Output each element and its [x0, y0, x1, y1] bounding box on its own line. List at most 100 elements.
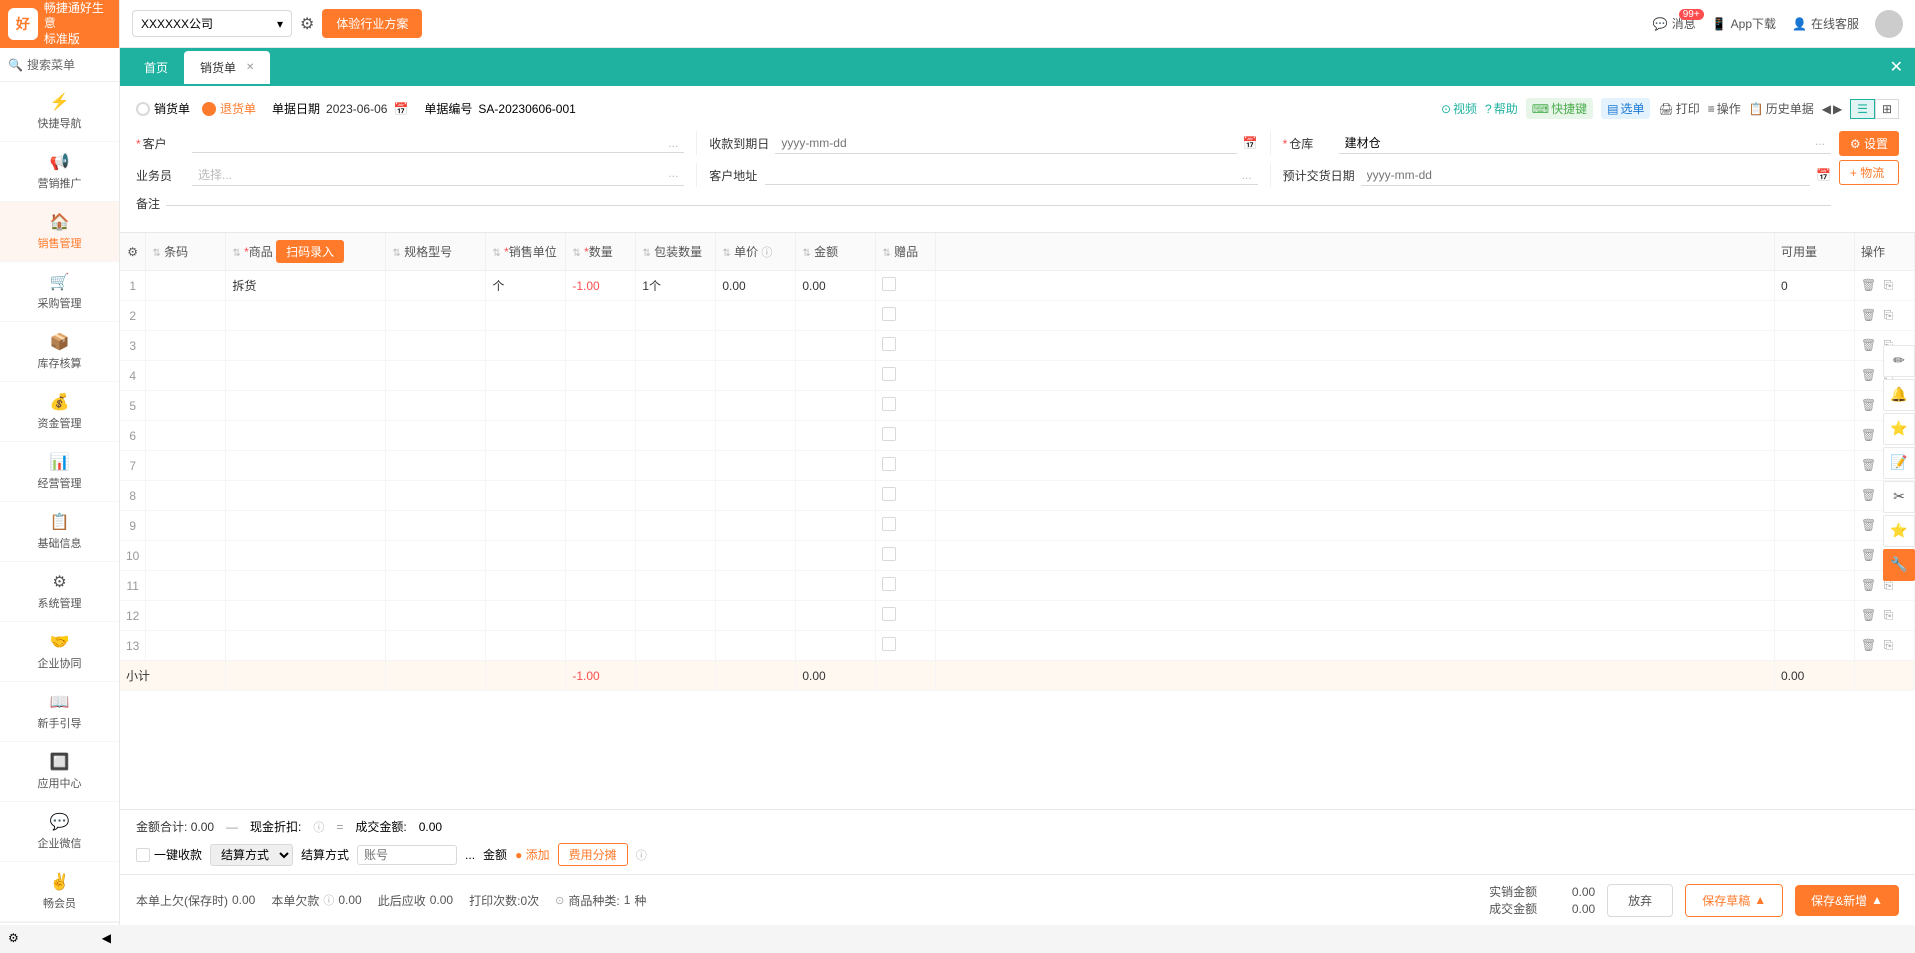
account-dots[interactable]: ... [465, 848, 475, 862]
gift-checkbox-13[interactable] [882, 637, 896, 651]
sidebar-item-marketing[interactable]: 📢营销推广 [0, 142, 119, 202]
search-menu[interactable]: 🔍 搜索菜单 [0, 48, 119, 82]
cell-product-7[interactable] [226, 451, 386, 481]
history-btn[interactable]: 📋 历史单据 [1749, 100, 1814, 117]
trial-btn[interactable]: 体验行业方案 [322, 9, 422, 38]
cell-spec-3[interactable] [386, 331, 486, 361]
next-icon[interactable]: ▶ [1833, 102, 1842, 116]
cell-qty-2[interactable] [566, 301, 636, 331]
cell-price-7[interactable] [716, 451, 796, 481]
cell-qty-4[interactable] [566, 361, 636, 391]
cell-spec-5[interactable] [386, 391, 486, 421]
cell-unit-5[interactable] [486, 391, 566, 421]
delete-icon-2[interactable]: 🗑 [1861, 308, 1876, 322]
gift-checkbox-8[interactable] [882, 487, 896, 501]
delete-icon-4[interactable]: 🗑 [1861, 368, 1876, 382]
cell-qty-13[interactable] [566, 631, 636, 661]
cell-price-9[interactable] [716, 511, 796, 541]
float-btn-3[interactable]: ⭐ [1883, 413, 1915, 445]
cell-spec-13[interactable] [386, 631, 486, 661]
payment-method-select[interactable]: 结算方式 [210, 844, 293, 866]
cell-spec-12[interactable] [386, 601, 486, 631]
customer-address-input[interactable]: ... [765, 166, 1257, 185]
cell-product-2[interactable] [226, 301, 386, 331]
cell-gift-8[interactable] [876, 481, 936, 511]
cell-barcode-2[interactable] [146, 301, 226, 331]
cell-price-11[interactable] [716, 571, 796, 601]
grid-view-btn[interactable]: ⊞ [1875, 99, 1899, 119]
cell-qty-8[interactable] [566, 481, 636, 511]
cell-pkgqty-12[interactable] [636, 601, 716, 631]
cell-price-5[interactable] [716, 391, 796, 421]
cell-amount-7[interactable] [796, 451, 876, 481]
cell-gift-6[interactable] [876, 421, 936, 451]
expense-btn[interactable]: 费用分摊 [558, 843, 628, 866]
copy-icon-12[interactable]: ⎘ [1884, 608, 1894, 622]
cell-gift-9[interactable] [876, 511, 936, 541]
radio-sale[interactable]: 销货单 [136, 100, 190, 117]
delete-icon-10[interactable]: 🗑 [1861, 548, 1876, 562]
cell-price-2[interactable] [716, 301, 796, 331]
cell-pkgqty-10[interactable] [636, 541, 716, 571]
cell-price-13[interactable] [716, 631, 796, 661]
cell-qty-11[interactable] [566, 571, 636, 601]
one-click-pay-checkbox[interactable] [136, 848, 150, 862]
cell-barcode-3[interactable] [146, 331, 226, 361]
sidebar-item-member[interactable]: ✌畅会员 [0, 862, 119, 922]
cell-amount-2[interactable] [796, 301, 876, 331]
cell-product-6[interactable] [226, 421, 386, 451]
sidebar-item-base[interactable]: 📋基础信息 [0, 502, 119, 562]
cell-pkgqty-5[interactable] [636, 391, 716, 421]
cell-spec-4[interactable] [386, 361, 486, 391]
cell-price-8[interactable] [716, 481, 796, 511]
cell-spec-11[interactable] [386, 571, 486, 601]
cell-spec-10[interactable] [386, 541, 486, 571]
sidebar-item-wechat[interactable]: 💬企业微信 [0, 802, 119, 862]
sidebar-item-inventory[interactable]: 📦库存核算 [0, 322, 119, 382]
cell-gift-5[interactable] [876, 391, 936, 421]
cell-barcode-6[interactable] [146, 421, 226, 451]
cell-price-4[interactable] [716, 361, 796, 391]
product-types-info-icon[interactable]: ⊙ [555, 894, 564, 907]
cell-product-9[interactable] [226, 511, 386, 541]
sidebar-item-finance[interactable]: 💰资金管理 [0, 382, 119, 442]
sidebar-item-business[interactable]: 📊经营管理 [0, 442, 119, 502]
delete-icon-5[interactable]: 🗑 [1861, 398, 1876, 412]
cell-product-5[interactable] [226, 391, 386, 421]
cell-pkgqty-4[interactable] [636, 361, 716, 391]
sidebar-item-apps[interactable]: 🔲应用中心 [0, 742, 119, 802]
cell-gift-7[interactable] [876, 451, 936, 481]
cell-amount-3[interactable] [796, 331, 876, 361]
float-btn-1[interactable]: ✏ [1883, 345, 1915, 377]
sidebar-item-enterprise[interactable]: 🤝企业协同 [0, 622, 119, 682]
abandon-btn[interactable]: 放弃 [1607, 884, 1673, 917]
cell-qty-6[interactable] [566, 421, 636, 451]
gift-checkbox-6[interactable] [882, 427, 896, 441]
cell-barcode-5[interactable] [146, 391, 226, 421]
settings-icon[interactable]: ⚙ [300, 14, 314, 34]
video-btn[interactable]: ⊙ 视频 [1441, 100, 1477, 117]
calendar-icon-2[interactable]: 📅 [1243, 136, 1258, 150]
settings-icon[interactable]: ⚙ [8, 931, 19, 945]
calendar-icon[interactable]: 📅 [393, 102, 408, 116]
delete-icon-11[interactable]: 🗑 [1861, 578, 1876, 592]
cell-product-3[interactable] [226, 331, 386, 361]
online-service-btn[interactable]: 👤 在线客服 [1792, 15, 1859, 32]
cell-amount-5[interactable] [796, 391, 876, 421]
remark-input[interactable] [166, 201, 1831, 206]
cell-barcode-7[interactable] [146, 451, 226, 481]
add-payment-btn[interactable]: ● 添加 [515, 846, 550, 863]
delete-icon-7[interactable]: 🗑 [1861, 458, 1876, 472]
cell-barcode-1[interactable] [146, 271, 226, 301]
sidebar-item-system[interactable]: ⚙系统管理 [0, 562, 119, 622]
cell-product-1[interactable]: 拆货 [226, 271, 386, 301]
cell-barcode-4[interactable] [146, 361, 226, 391]
cell-gift-2[interactable] [876, 301, 936, 331]
cell-barcode-12[interactable] [146, 601, 226, 631]
message-btn[interactable]: 💬 消息 99+ [1653, 15, 1696, 32]
cell-product-12[interactable] [226, 601, 386, 631]
th-config[interactable]: ⚙ [120, 233, 146, 271]
cell-barcode-10[interactable] [146, 541, 226, 571]
cell-amount-1[interactable]: 0.00 [796, 271, 876, 301]
cell-gift-11[interactable] [876, 571, 936, 601]
